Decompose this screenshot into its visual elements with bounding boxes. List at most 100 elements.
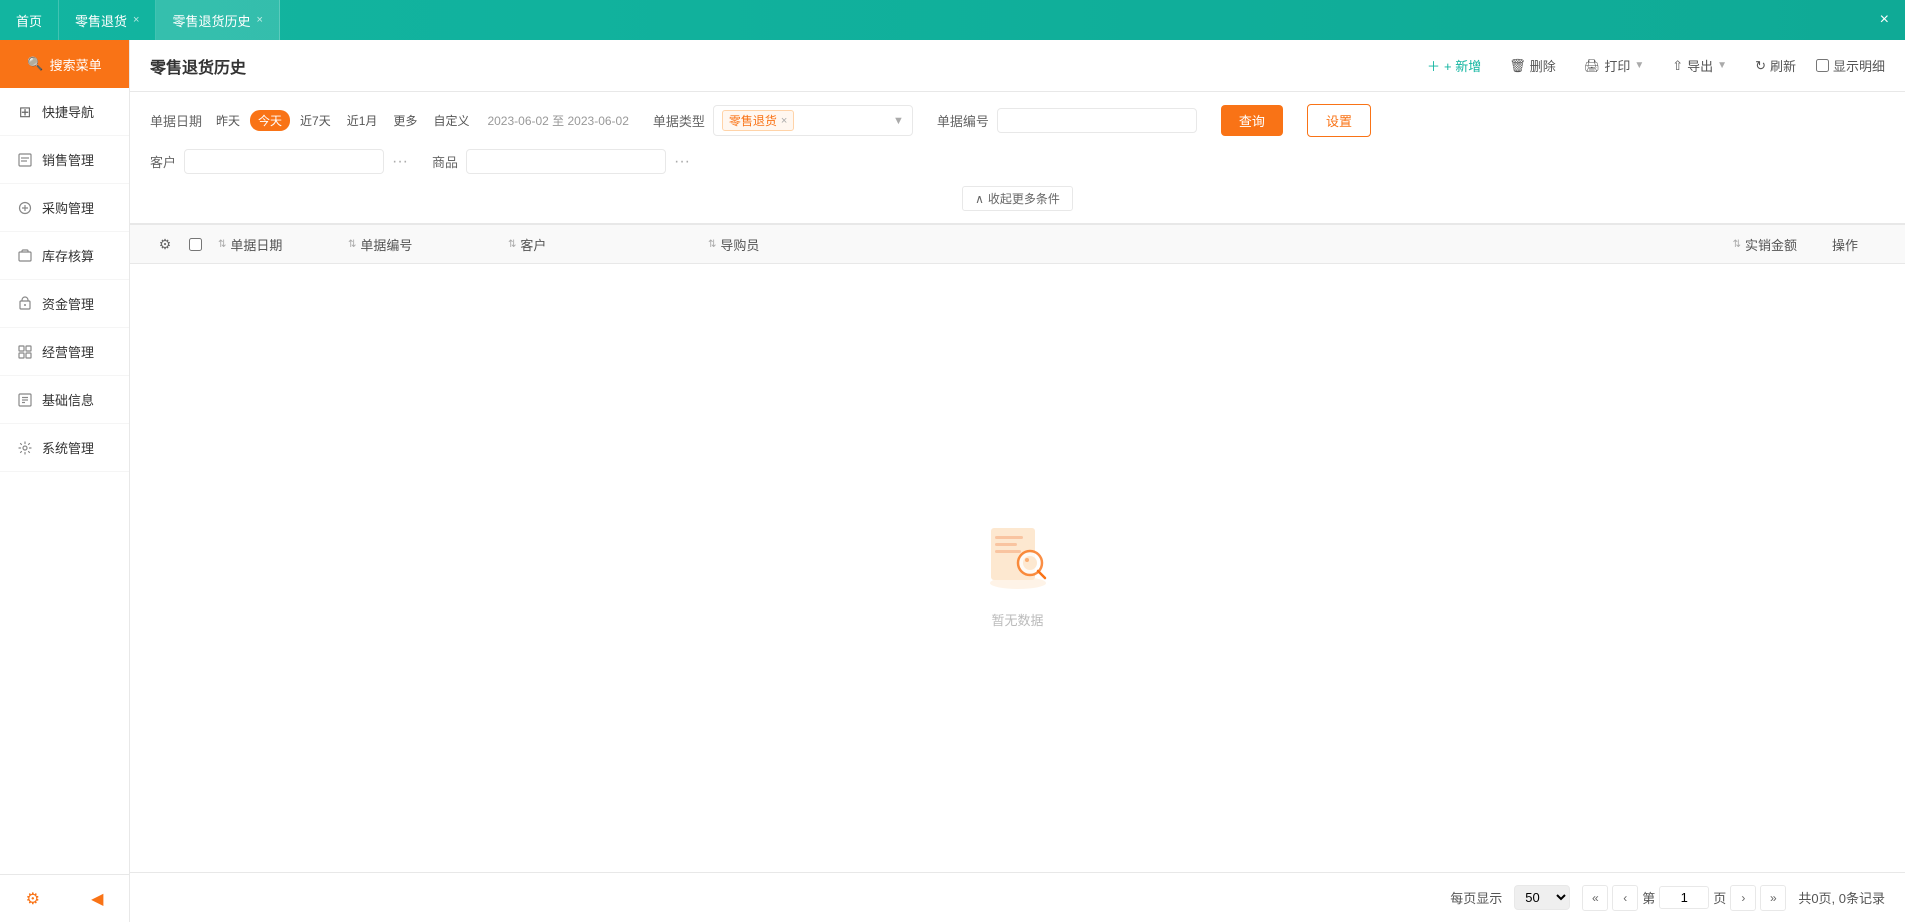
type-tag-close[interactable]: × [781,115,787,127]
tab-retail-return[interactable]: 零售退货 × [59,0,156,40]
tab-retail-return-history-label: 零售退货历史 [172,11,250,30]
new-icon: ＋ [1427,56,1440,75]
print-button[interactable]: 🖨 打印 ▼ [1576,52,1652,79]
tab-home[interactable]: 首页 [0,0,59,40]
collapse-button[interactable]: ∧ 收起更多条件 [962,186,1073,211]
sidebar-item-quick-nav[interactable]: ⊞ 快捷导航 [0,88,129,136]
goods-filter-label: 商品 [432,152,458,171]
voucher-filter-group: 单据编号 [937,108,1197,133]
date-opt-1month[interactable]: 近1月 [341,110,384,131]
new-label: + 新增 [1444,56,1481,75]
sidebar-item-finance[interactable]: 资金管理 [0,280,129,328]
table-header: ⚙ ⇅ 单据日期 ⇅ 单据编号 ⇅ 客户 ⇅ 导购员 [130,224,1905,264]
date-filter-label: 单据日期 [150,111,202,130]
th-ops: 操作 [1805,235,1885,254]
page-title: 零售退货历史 [150,54,246,78]
voucher-input[interactable] [997,108,1197,133]
print-icon: 🖨 [1584,58,1601,74]
page-input[interactable] [1659,886,1709,909]
refresh-button[interactable]: ↻ 刷新 [1747,52,1804,79]
page-last-button[interactable]: » [1760,885,1786,911]
new-button[interactable]: ＋ + 新增 [1419,52,1489,79]
select-all-checkbox[interactable] [189,238,202,251]
main-layout: 🔍 搜索菜单 ⊞ 快捷导航 销售管理 采购管理 [0,40,1905,922]
type-filter-group: 单据类型 零售退货 × ▼ [653,105,913,136]
filter-settings-button[interactable]: 设置 [1307,104,1371,137]
voucher-filter-label: 单据编号 [937,111,989,130]
page-next-button[interactable]: › [1730,885,1756,911]
sidebar-item-finance-label: 资金管理 [42,294,94,313]
customer-filter-group: 客户 ··· [150,149,408,174]
sales-icon [16,151,34,169]
filter-area: 单据日期 昨天 今天 近7天 近1月 更多 自定义 2023-06-02 至 2… [130,92,1905,224]
quick-nav-icon: ⊞ [16,103,34,121]
date-filter-group: 单据日期 昨天 今天 近7天 近1月 更多 自定义 2023-06-02 至 2… [150,110,629,131]
sidebar-collapse-button[interactable]: ◀ [91,889,103,909]
table-settings-icon[interactable]: ⚙ [150,236,180,253]
display-toggle[interactable]: 显示明细 [1816,56,1885,75]
th-date[interactable]: ⇅ 单据日期 [210,235,340,254]
tab-retail-return-label: 零售退货 [75,11,127,30]
sidebar-item-inventory[interactable]: 库存核算 [0,232,129,280]
sidebar-search[interactable]: 🔍 搜索菜单 [0,40,129,88]
sort-icon-num: ⇅ [348,239,356,250]
tab-retail-return-close[interactable]: × [133,14,139,26]
sidebar-item-system[interactable]: 系统管理 [0,424,129,472]
goods-input[interactable] [466,149,666,174]
customer-dots-icon[interactable]: ··· [392,153,408,171]
system-icon [16,439,34,457]
th-customer[interactable]: ⇅ 客户 [500,235,700,254]
tab-home-label: 首页 [16,11,42,30]
page-size-select[interactable]: 10 20 50 100 [1514,885,1570,910]
table-select-all[interactable] [180,238,210,251]
sidebar: 🔍 搜索菜单 ⊞ 快捷导航 销售管理 采购管理 [0,40,130,922]
page-prev-button[interactable]: ‹ [1612,885,1638,911]
page-first-button[interactable]: « [1582,885,1608,911]
th-customer-label: 客户 [520,235,546,254]
export-button[interactable]: ⇧ 导出 ▼ [1664,52,1735,79]
sidebar-settings-button[interactable]: ⚙ [26,889,40,909]
empty-illustration [973,508,1063,598]
date-opt-today[interactable]: 今天 [250,110,290,131]
date-opt-7days[interactable]: 近7天 [294,110,337,131]
table-area: ⚙ ⇅ 单据日期 ⇅ 单据编号 ⇅ 客户 ⇅ 导购员 [130,224,1905,872]
export-chevron-icon: ▼ [1717,60,1727,71]
sidebar-item-sales[interactable]: 销售管理 [0,136,129,184]
type-select[interactable]: 零售退货 × ▼ [713,105,913,136]
th-amount[interactable]: ⇅ 实销金额 [850,235,1805,254]
th-date-label: 单据日期 [230,235,282,254]
customer-input[interactable] [184,149,384,174]
window-close-button[interactable]: × [1864,0,1905,40]
sidebar-item-operations-label: 经营管理 [42,342,94,361]
page-suffix: 页 [1713,888,1726,907]
date-opt-yesterday[interactable]: 昨天 [210,110,246,131]
sidebar-item-system-label: 系统管理 [42,438,94,457]
operations-icon [16,343,34,361]
sidebar-item-basic-info[interactable]: 基础信息 [0,376,129,424]
search-icon: 🔍 [27,56,43,72]
sidebar-item-basic-info-label: 基础信息 [42,390,94,409]
refresh-label: 刷新 [1770,56,1796,75]
refresh-icon: ↻ [1755,58,1766,74]
query-button[interactable]: 查询 [1221,105,1283,136]
finance-icon [16,295,34,313]
th-guide[interactable]: ⇅ 导购员 [700,235,850,254]
toolbar: ＋ + 新增 🗑 删除 🖨 打印 ▼ ⇧ 导出 ▼ [1419,52,1885,79]
page-nav: « ‹ 第 页 › » [1582,885,1786,911]
display-toggle-checkbox[interactable] [1816,59,1829,72]
sidebar-item-operations[interactable]: 经营管理 [0,328,129,376]
sidebar-item-purchase[interactable]: 采购管理 [0,184,129,232]
sort-icon-customer: ⇅ [508,239,516,250]
delete-button[interactable]: 🗑 删除 [1501,52,1564,79]
tab-list: 首页 零售退货 × 零售退货历史 × [0,0,1864,40]
type-tag-label: 零售退货 [729,112,777,129]
th-num[interactable]: ⇅ 单据编号 [340,235,500,254]
tab-retail-return-history[interactable]: 零售退货历史 × [156,0,279,40]
goods-dots-icon[interactable]: ··· [674,153,690,171]
sidebar-nav: ⊞ 快捷导航 销售管理 采购管理 库存核算 [0,88,129,874]
tab-retail-return-history-close[interactable]: × [256,14,262,26]
sidebar-bottom: ⚙ ◀ [0,874,129,922]
date-opt-custom[interactable]: 自定义 [427,110,475,131]
th-guide-label: 导购员 [720,235,759,254]
date-opt-more[interactable]: 更多 [387,110,423,131]
